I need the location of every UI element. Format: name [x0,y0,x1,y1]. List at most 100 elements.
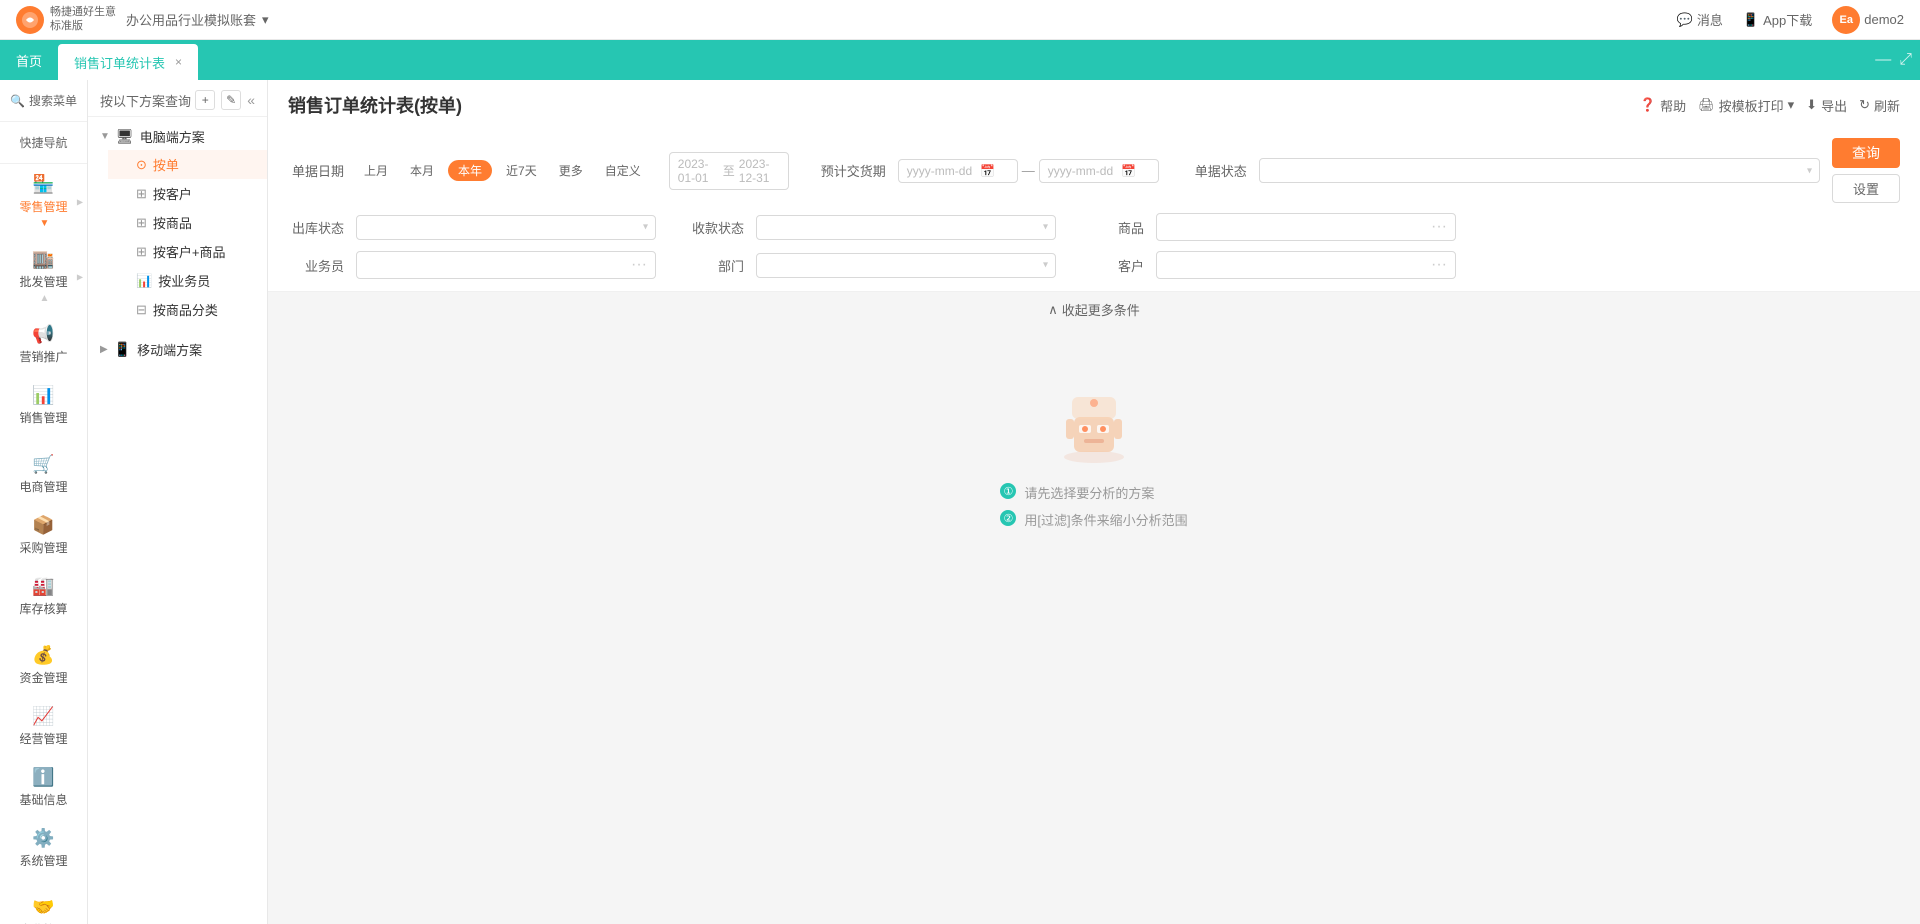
scheme-item-by-goods[interactable]: ⊞ 按商品 [108,208,267,237]
sidebar-item-label: 销售管理 [19,409,67,426]
export-button[interactable]: ⬇ 导出 [1806,96,1847,115]
sidebar-item-inventory[interactable]: 🏭 库存核算 [0,566,87,627]
finance-icon: 💰 [32,645,54,666]
goods-input-wrap[interactable]: ··· [1156,213,1456,241]
refresh-label: 刷新 [1874,96,1900,115]
print-icon: 🖨 [1698,97,1715,113]
quick-nav-button[interactable]: 快捷导航 [0,128,87,157]
receipt-status-select[interactable] [756,215,1056,240]
tab-minimize-icon[interactable]: — [1875,51,1891,69]
breadcrumb[interactable]: 办公用品行业模拟账套 ▾ [126,10,269,29]
shortcut-last-month[interactable]: 上月 [356,160,396,181]
shortcut-custom[interactable]: 自定义 [597,160,649,181]
basic-info-icon: ℹ️ [32,767,54,788]
scheme-edit-button[interactable]: ✎ [221,90,241,110]
sidebar-item-basic-info[interactable]: ℹ️ 基础信息 [0,757,87,818]
dept-select[interactable] [756,253,1056,278]
avatar-text: Ea [1840,14,1853,26]
tab-home[interactable]: 首页 [0,40,58,80]
customer-dots-icon[interactable]: ··· [1431,256,1447,274]
scheme-panel-actions: + ✎ « [195,90,255,110]
scheme-item-label: 按客户+商品 [153,242,226,261]
empty-tips: ① 请先选择要分析的方案 ② 用[过滤]条件来缩小分析范围 [1000,483,1187,529]
app-download-button[interactable]: 📱 App下载 [1743,10,1812,29]
sidebar-item-system[interactable]: ⚙️ 系统管理 [0,818,87,879]
scheme-pc-group-header[interactable]: ▼ 🖥 电脑端方案 [88,123,267,150]
scheme-category-icon: ⊟ [136,302,147,318]
salesperson-dots-icon[interactable]: ··· [631,256,647,274]
scheme-item-by-order[interactable]: ⊙ 按单 [108,150,267,179]
sidebar-item-ecommerce[interactable]: 🛒 电商管理 [0,444,87,505]
sidebar-item-operations[interactable]: 📈 经营管理 [0,696,87,757]
bill-status-label: 单据状态 [1191,161,1247,180]
marketing-icon: 📢 [32,324,54,345]
sidebar-item-wholesale[interactable]: 🏬 批发管理 ▲ [0,239,87,314]
sidebar-item-retail[interactable]: 🏪 零售管理 ▼ [0,164,87,239]
tip-1-text: 请先选择要分析的方案 [1024,483,1154,502]
scheme-item-by-category[interactable]: ⊟ 按商品分类 [108,295,267,324]
settings-button[interactable]: 设置 [1832,174,1900,203]
query-button[interactable]: 查询 [1832,138,1900,168]
tab-maximize-icon[interactable]: ⤢ [1899,51,1912,69]
collapse-button[interactable]: ∧ 收起更多条件 [1048,300,1140,319]
purchase-icon: 📦 [32,515,54,536]
scheme-mobile-group-header[interactable]: ▶ 📱 移动端方案 [88,336,267,363]
sidebar-item-marketing[interactable]: 📢 营销推广 [0,314,87,375]
goods-dots-icon[interactable]: ··· [1431,218,1447,236]
receipt-status-label: 收款状态 [688,218,744,237]
sidebar-item-label: 基础信息 [19,791,67,808]
salesperson-input-wrap[interactable]: ··· [356,251,656,279]
scheme-item-label: 按业务员 [158,271,210,290]
user-area[interactable]: Ea demo2 [1832,6,1904,34]
help-button[interactable]: ❓ 帮助 [1640,96,1686,115]
ship-status-wrap: ▾ [356,215,656,240]
logo-svg [21,11,39,29]
date-range-start: 2023-01-01 [678,157,719,185]
shortcut-this-year[interactable]: 本年 [448,160,492,181]
sidebar-item-label: 零售管理 [19,198,67,215]
scheme-item-by-customer[interactable]: ⊞ 按客户 [108,179,267,208]
message-button[interactable]: 💬 消息 [1677,10,1723,29]
date-shortcuts: 上月 本月 本年 近7天 更多 自定义 [356,160,649,181]
shortcut-more[interactable]: 更多 [551,160,591,181]
expected-date-end-input[interactable]: yyyy-mm-dd 📅 [1039,159,1159,183]
date-range-display: 2023-01-01 至 2023-12-31 [669,152,789,190]
breadcrumb-arrow-icon: ▾ [262,12,269,28]
ship-status-select[interactable] [356,215,656,240]
collapse-label: 收起更多条件 [1062,300,1140,319]
logo-icon [16,6,44,34]
sidebar-item-sales[interactable]: 📊 销售管理 [0,375,87,436]
tab-sales-order[interactable]: 销售订单统计表 × [58,44,198,80]
expected-date-range: yyyy-mm-dd 📅 — yyyy-mm-dd 📅 [898,159,1159,183]
sidebar-nav: 快捷导航 [0,122,87,164]
scheme-panel-title: 按以下方案查询 [100,91,191,110]
content-area: 按以下方案查询 + ✎ « ▼ 🖥 电脑端方案 ⊙ 按单 [88,80,1920,924]
refresh-button[interactable]: ↻ 刷新 [1859,96,1900,115]
tab-bar-actions: — ⤢ [1875,51,1920,69]
shortcut-7days[interactable]: 近7天 [498,160,545,181]
tab-home-label: 首页 [16,51,42,70]
print-button[interactable]: 🖨 按模板打印 ▾ [1698,96,1794,115]
scheme-item-by-salesperson[interactable]: 📊 按业务员 [108,266,267,295]
filter-row-2: 出库状态 ▾ 收款状态 ▾ 商品 [288,213,1900,241]
help-icon: ❓ [1640,97,1656,113]
tab-bar: 首页 销售订单统计表 × — ⤢ [0,40,1920,80]
sidebar-item-enterprise[interactable]: 🤝 企业协同 [0,887,87,924]
customer-input-wrap[interactable]: ··· [1156,251,1456,279]
logo-line1: 畅捷通好生意 [50,6,116,19]
search-icon: 🔍 [10,94,25,108]
calendar-icon-1: 📅 [980,164,995,178]
search-menu-button[interactable]: 🔍 搜索菜单 [10,88,77,113]
sidebar-item-finance[interactable]: 💰 资金管理 [0,635,87,696]
sidebar-item-purchase[interactable]: 📦 采购管理 [0,505,87,566]
bill-status-select[interactable] [1259,158,1820,183]
shortcut-this-month[interactable]: 本月 [402,160,442,181]
scheme-add-button[interactable]: + [195,90,215,110]
sidebar-item-label: 电商管理 [19,478,67,495]
scheme-item-by-customer-goods[interactable]: ⊞ 按客户+商品 [108,237,267,266]
tab-close-icon[interactable]: × [175,55,182,69]
scheme-collapse-button[interactable]: « [247,92,255,108]
empty-illustration [1044,387,1144,467]
mobile-group-label: 移动端方案 [137,340,202,359]
expected-date-start-input[interactable]: yyyy-mm-dd 📅 [898,159,1018,183]
